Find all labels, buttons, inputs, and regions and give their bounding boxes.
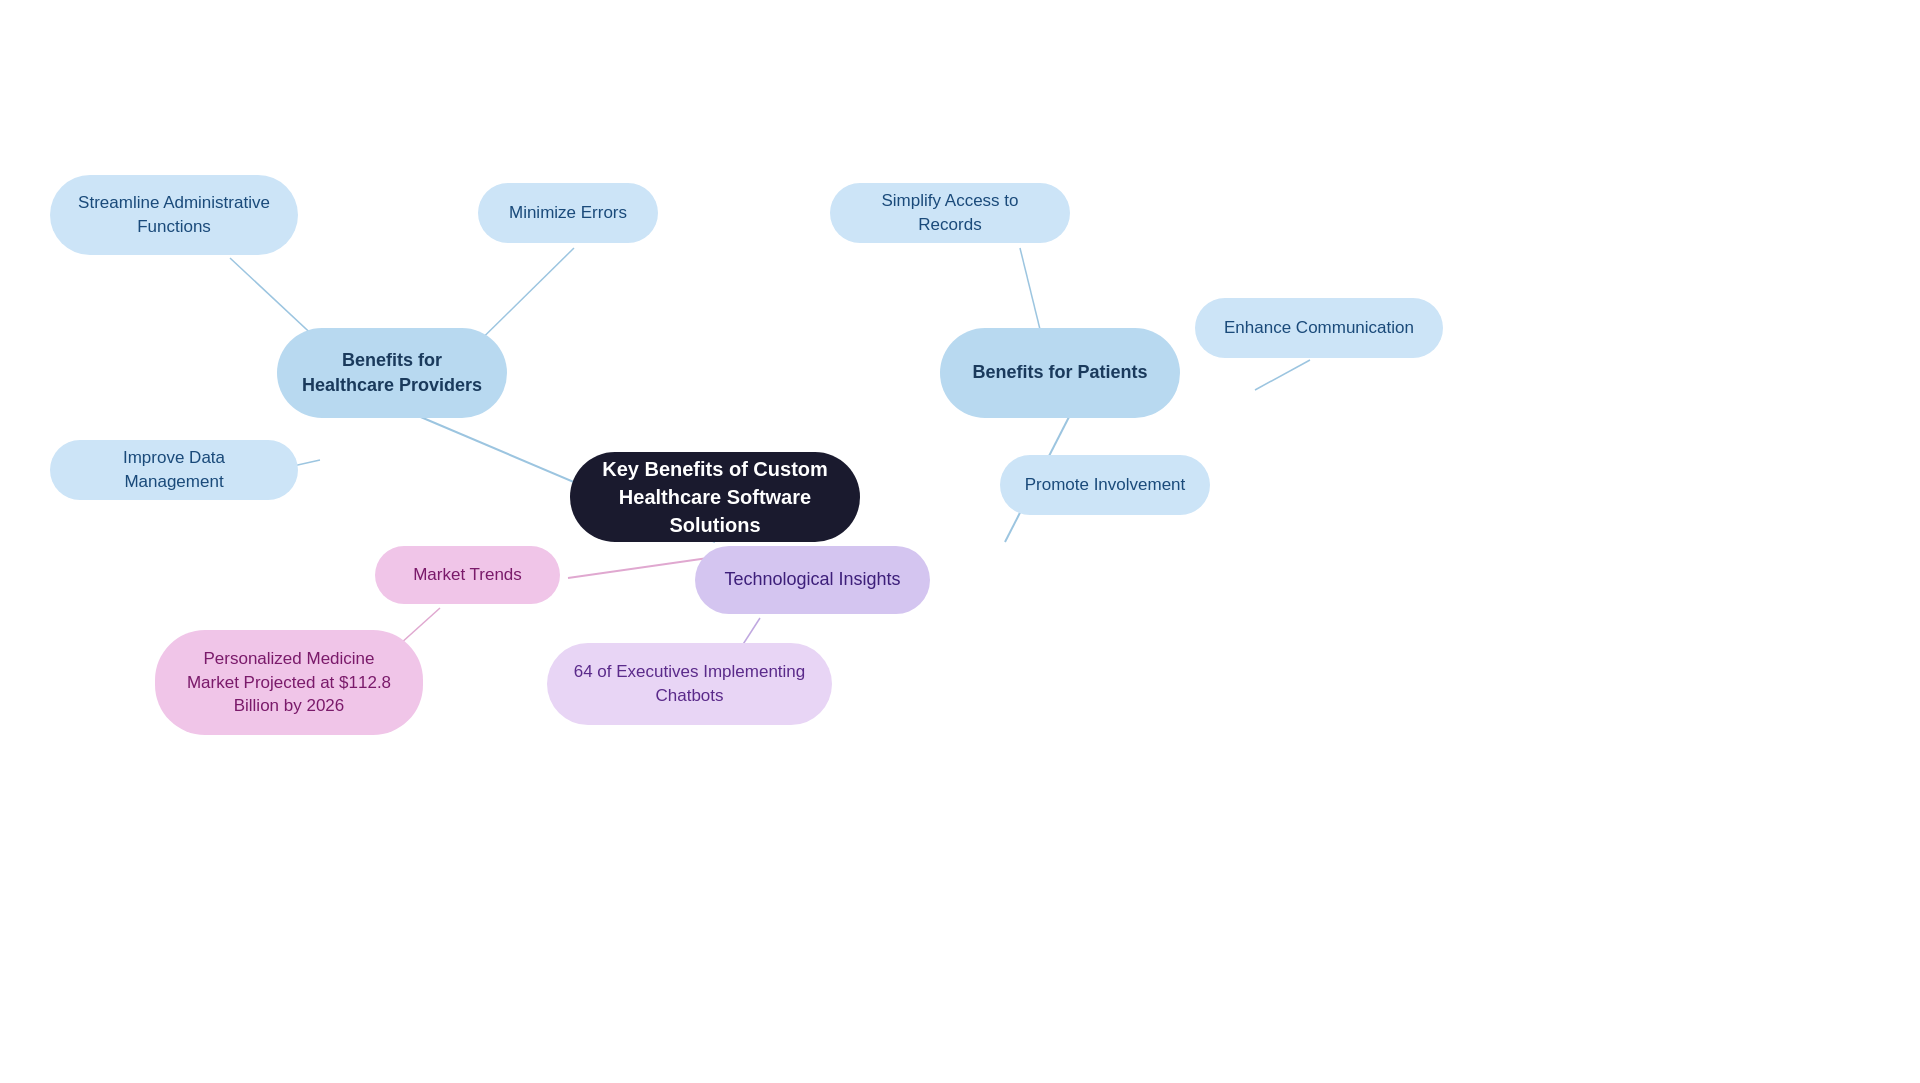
streamline-node: Streamline Administrative Functions [50, 175, 298, 255]
promote-inv-node: Promote Involvement [1000, 455, 1210, 515]
svg-line-6 [1255, 360, 1310, 390]
simplify-access-node: Simplify Access to Records [830, 183, 1070, 243]
svg-line-8 [568, 557, 715, 578]
market-trends-node: Market Trends [375, 546, 560, 604]
chatbots-node: 64 of Executives Implementing Chatbots [547, 643, 832, 725]
benefits-patients-node: Benefits for Patients [940, 328, 1180, 418]
enhance-comm-node: Enhance Communication [1195, 298, 1443, 358]
minimize-errors-node: Minimize Errors [478, 183, 658, 243]
personalized-medicine-node: Personalized Medicine Market Projected a… [155, 630, 423, 735]
improve-data-node: Improve Data Management [50, 440, 298, 500]
benefits-healthcare-node: Benefits for Healthcare Providers [277, 328, 507, 418]
tech-insights-node: Technological Insights [695, 546, 930, 614]
center-node: Key Benefits of Custom Healthcare Softwa… [570, 452, 860, 542]
